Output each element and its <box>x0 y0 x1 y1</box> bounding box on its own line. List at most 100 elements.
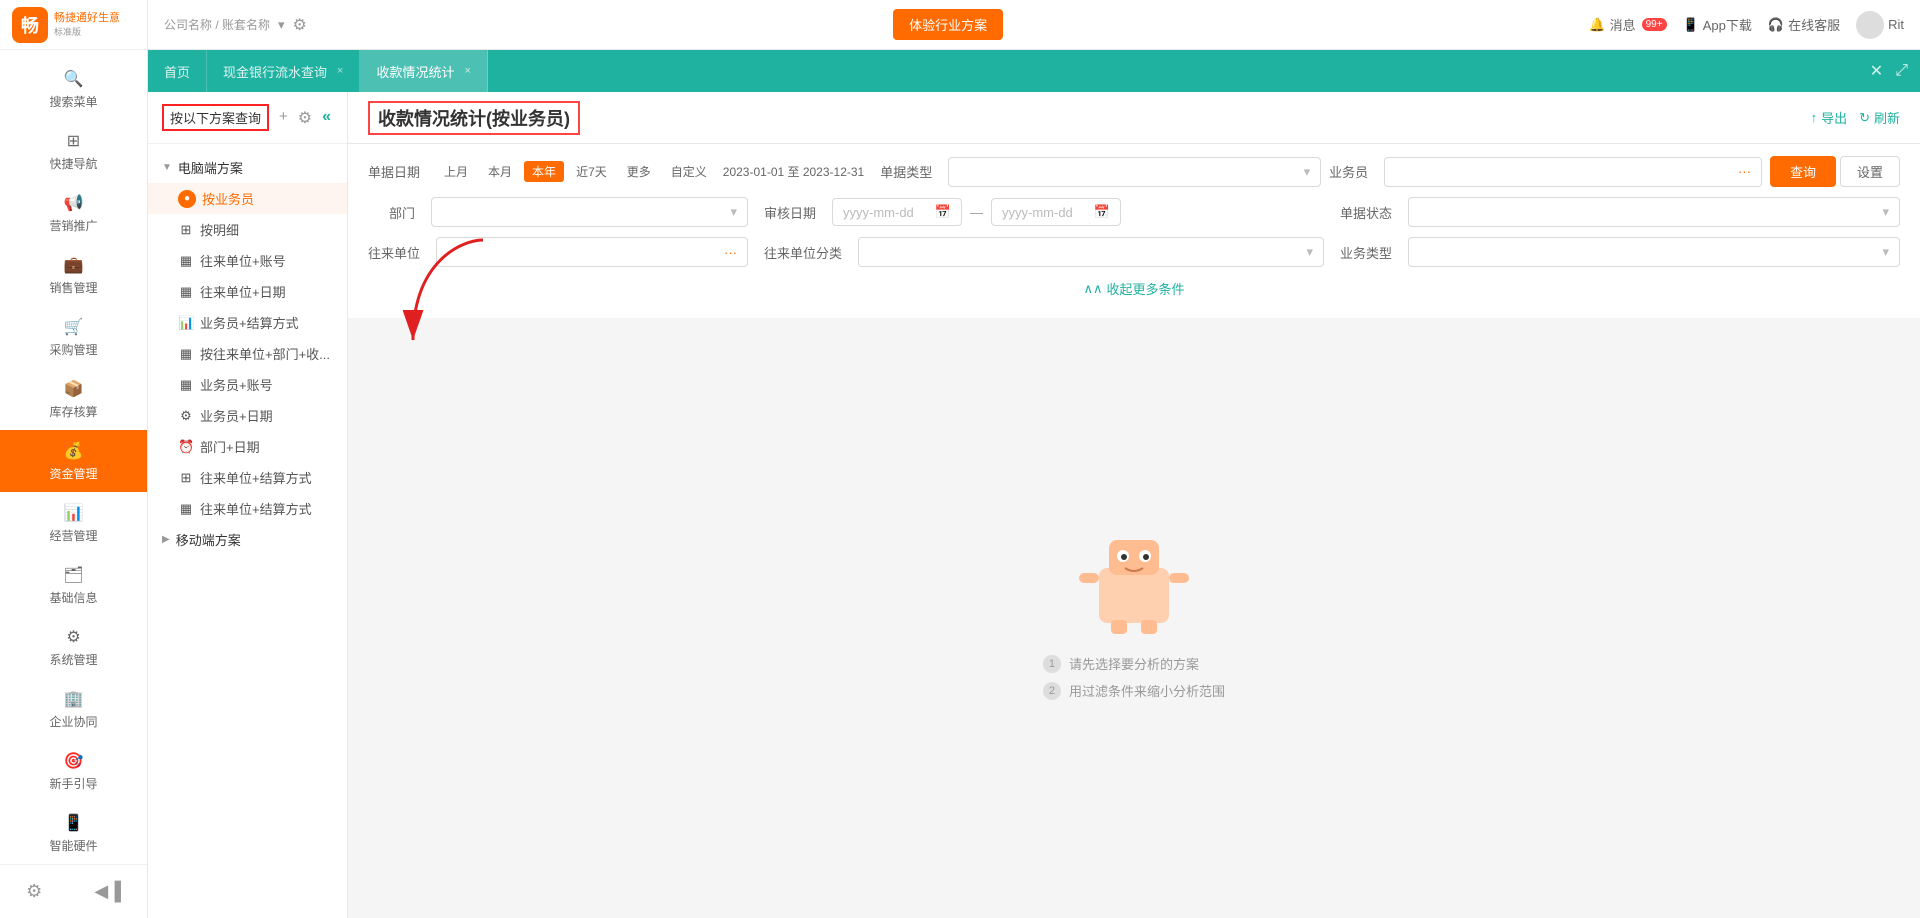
trial-button[interactable]: 体验行业方案 <box>893 9 1003 40</box>
filter-row-2: 部门 ▾ 审核日期 yyyy-mm-dd 📅 <box>368 197 1900 227</box>
review-date-from[interactable]: yyyy-mm-dd 📅 <box>832 198 962 226</box>
sidebar-item-inventory[interactable]: 📦 库存核算 <box>0 368 147 430</box>
scheme-collapse-button[interactable]: « <box>320 106 333 130</box>
date-separator: — <box>970 205 983 220</box>
category-dropdown[interactable]: ▾ <box>948 157 1321 187</box>
service-icon: 🎧 <box>1768 17 1784 33</box>
review-date-to[interactable]: yyyy-mm-dd 📅 <box>991 198 1121 226</box>
sidebar-item-sales[interactable]: 💼 销售管理 <box>0 244 147 306</box>
counterpart-category-dropdown[interactable]: ▾ <box>858 237 1324 267</box>
sidebar-item-label: 资金管理 <box>49 465 97 482</box>
sidebar-item-system[interactable]: ⚙ 系统管理 <box>0 616 147 678</box>
tab-close-icon[interactable]: × <box>464 65 470 77</box>
settings-button[interactable]: 设置 <box>1840 156 1900 187</box>
salesperson-label: 业务员 <box>1321 162 1376 181</box>
tree-item-icon: ⊞ <box>178 222 194 238</box>
sidebar-item-enterprise[interactable]: 🏢 企业协同 <box>0 678 147 740</box>
date-tab-custom[interactable]: 自定义 <box>663 161 715 182</box>
collapse-button[interactable]: ∧∧ 收起更多条件 <box>368 271 1900 306</box>
content-area: 按以下方案查询 + ⚙ « ▼ 电脑端方案 <box>148 92 1920 918</box>
sidebar-item-finance[interactable]: 💰 资金管理 <box>0 430 147 492</box>
tab-home[interactable]: 首页 <box>148 50 207 92</box>
sidebar-item-label: 企业协同 <box>49 713 97 730</box>
sales-icon: 💼 <box>63 254 85 276</box>
sidebar-item-basic[interactable]: 🗂 基础信息 <box>0 554 147 616</box>
scheme-tree: ▼ 电脑端方案 ● 按业务员 ⊞ 按明细 ▦ <box>148 144 347 563</box>
sidebar-item-label: 营销推广 <box>49 217 97 234</box>
tree-item-partner-date[interactable]: ▦ 往来单位+日期 <box>148 276 347 307</box>
tab-label: 首页 <box>164 62 190 81</box>
empty-illustration <box>1069 528 1199 638</box>
tree-item-salesperson-settlement[interactable]: 📊 业务员+结算方式 <box>148 307 347 338</box>
tree-item-by-partner-dept-income[interactable]: ▦ 按往来单位+部门+收... <box>148 338 347 369</box>
tab-close-icon[interactable]: × <box>337 65 343 77</box>
tree-item-icon: ▦ <box>178 377 194 393</box>
robot-svg <box>1069 528 1199 638</box>
date-tab-this-month[interactable]: 本月 <box>480 161 520 182</box>
tree-group-mobile-header[interactable]: ▶ 移动端方案 <box>148 524 347 555</box>
hint-text-1: 请先选择要分析的方案 <box>1069 654 1199 673</box>
app-download-label: App下载 <box>1703 15 1752 34</box>
sidebar-collapse-button[interactable]: ◀▐ <box>86 877 129 906</box>
tab-close-all-icon[interactable]: ✕ <box>1870 61 1883 81</box>
user-info[interactable]: Rit <box>1856 11 1904 39</box>
tree-item-partner-account[interactable]: ▦ 往来单位+账号 <box>148 245 347 276</box>
header-left: 公司名称 / 账套名称 ▾ ⚙ <box>164 15 307 35</box>
tree-item-label: 往来单位+日期 <box>200 282 286 301</box>
tree-item-label: 按业务员 <box>202 189 254 208</box>
tree-group-label: 移动端方案 <box>176 530 241 549</box>
query-button[interactable]: 查询 <box>1770 156 1836 187</box>
scheme-settings-button[interactable]: ⚙ <box>296 106 314 130</box>
top-header: 公司名称 / 账套名称 ▾ ⚙ 体验行业方案 🔔 消息 99+ 📱 App下载 … <box>148 0 1920 50</box>
tab-expand-icon[interactable]: ⤢ <box>1895 62 1908 80</box>
breadcrumb-dropdown[interactable]: ▾ <box>278 17 285 33</box>
page-title: 收款情况统计(按业务员) <box>368 101 580 135</box>
sidebar-settings-button[interactable]: ⚙ <box>18 877 50 906</box>
date-tab-more[interactable]: 更多 <box>619 161 659 182</box>
bell-icon: 🔔 <box>1589 17 1605 33</box>
bill-status-dropdown[interactable]: ▾ <box>1408 197 1900 227</box>
tree-item-salesperson-account[interactable]: ▦ 业务员+账号 <box>148 369 347 400</box>
filter-row-3: 往来单位 ··· 往来单位分类 ▾ <box>368 237 1900 267</box>
app-download-button[interactable]: 📱 App下载 <box>1683 15 1752 34</box>
dropdown-arrow-icon: ▾ <box>1306 244 1313 260</box>
export-button[interactable]: ↑ 导出 <box>1811 108 1848 127</box>
tree-item-label: 往来单位+账号 <box>200 251 286 270</box>
tree-item-by-salesperson[interactable]: ● 按业务员 <box>148 183 347 214</box>
online-service-button[interactable]: 🎧 在线客服 <box>1768 15 1840 34</box>
tree-item-dept-date[interactable]: ⏰ 部门+日期 <box>148 431 347 462</box>
date-tab-prev-month[interactable]: 上月 <box>436 161 476 182</box>
settings-gear-icon[interactable]: ⚙ <box>293 15 307 35</box>
date-field: 单据日期 上月 本月 本年 近7天 更多 自定义 20 <box>368 161 864 182</box>
tree-item-partner-settlement[interactable]: ⊞ 往来单位+结算方式 <box>148 462 347 493</box>
sidebar-item-operations[interactable]: 📊 经营管理 <box>0 492 147 554</box>
tab-bank-flow[interactable]: 现金银行流水查询 × <box>207 50 360 92</box>
tree-group-desktop-header[interactable]: ▼ 电脑端方案 <box>148 152 347 183</box>
date-tab-this-year[interactable]: 本年 <box>524 161 564 182</box>
biz-type-dropdown[interactable]: ▾ <box>1408 237 1900 267</box>
sidebar-item-quick-nav[interactable]: ⊞ 快捷导航 <box>0 120 147 182</box>
tree-item-partner-settlement2[interactable]: ▦ 往来单位+结算方式 <box>148 493 347 524</box>
tree-item-label: 往来单位+结算方式 <box>200 499 312 518</box>
sidebar-item-label: 快捷导航 <box>49 155 97 172</box>
refresh-button[interactable]: ↻ 刷新 <box>1859 108 1900 127</box>
salesperson-input[interactable]: ··· <box>1384 157 1762 187</box>
more-options-icon: ··· <box>724 245 737 260</box>
sidebar-item-marketing[interactable]: 📢 营销推广 <box>0 182 147 244</box>
department-dropdown[interactable]: ▾ <box>431 197 748 227</box>
tree-item-by-detail[interactable]: ⊞ 按明细 <box>148 214 347 245</box>
sidebar-item-label: 销售管理 <box>49 279 97 296</box>
sidebar-item-hardware[interactable]: 📱 智能硬件 <box>0 802 147 864</box>
tab-income-stats[interactable]: 收款情况统计 × <box>360 50 487 92</box>
counterpart-input[interactable]: ··· <box>436 237 748 267</box>
more-options-icon: ··· <box>1738 164 1751 179</box>
inventory-icon: 📦 <box>63 378 85 400</box>
tree-item-salesperson-date[interactable]: ⚙ 业务员+日期 <box>148 400 347 431</box>
sidebar-item-purchase[interactable]: 🛒 采购管理 <box>0 306 147 368</box>
sidebar-item-guide[interactable]: 🎯 新手引导 <box>0 740 147 802</box>
scheme-add-button[interactable]: + <box>277 106 290 130</box>
notifications-button[interactable]: 🔔 消息 99+ <box>1589 15 1666 34</box>
sidebar-item-search-menu[interactable]: 🔍 搜索菜单 <box>0 58 147 120</box>
date-tab-last7[interactable]: 近7天 <box>568 161 615 182</box>
dropdown-arrow-icon: ▾ <box>1304 164 1311 180</box>
